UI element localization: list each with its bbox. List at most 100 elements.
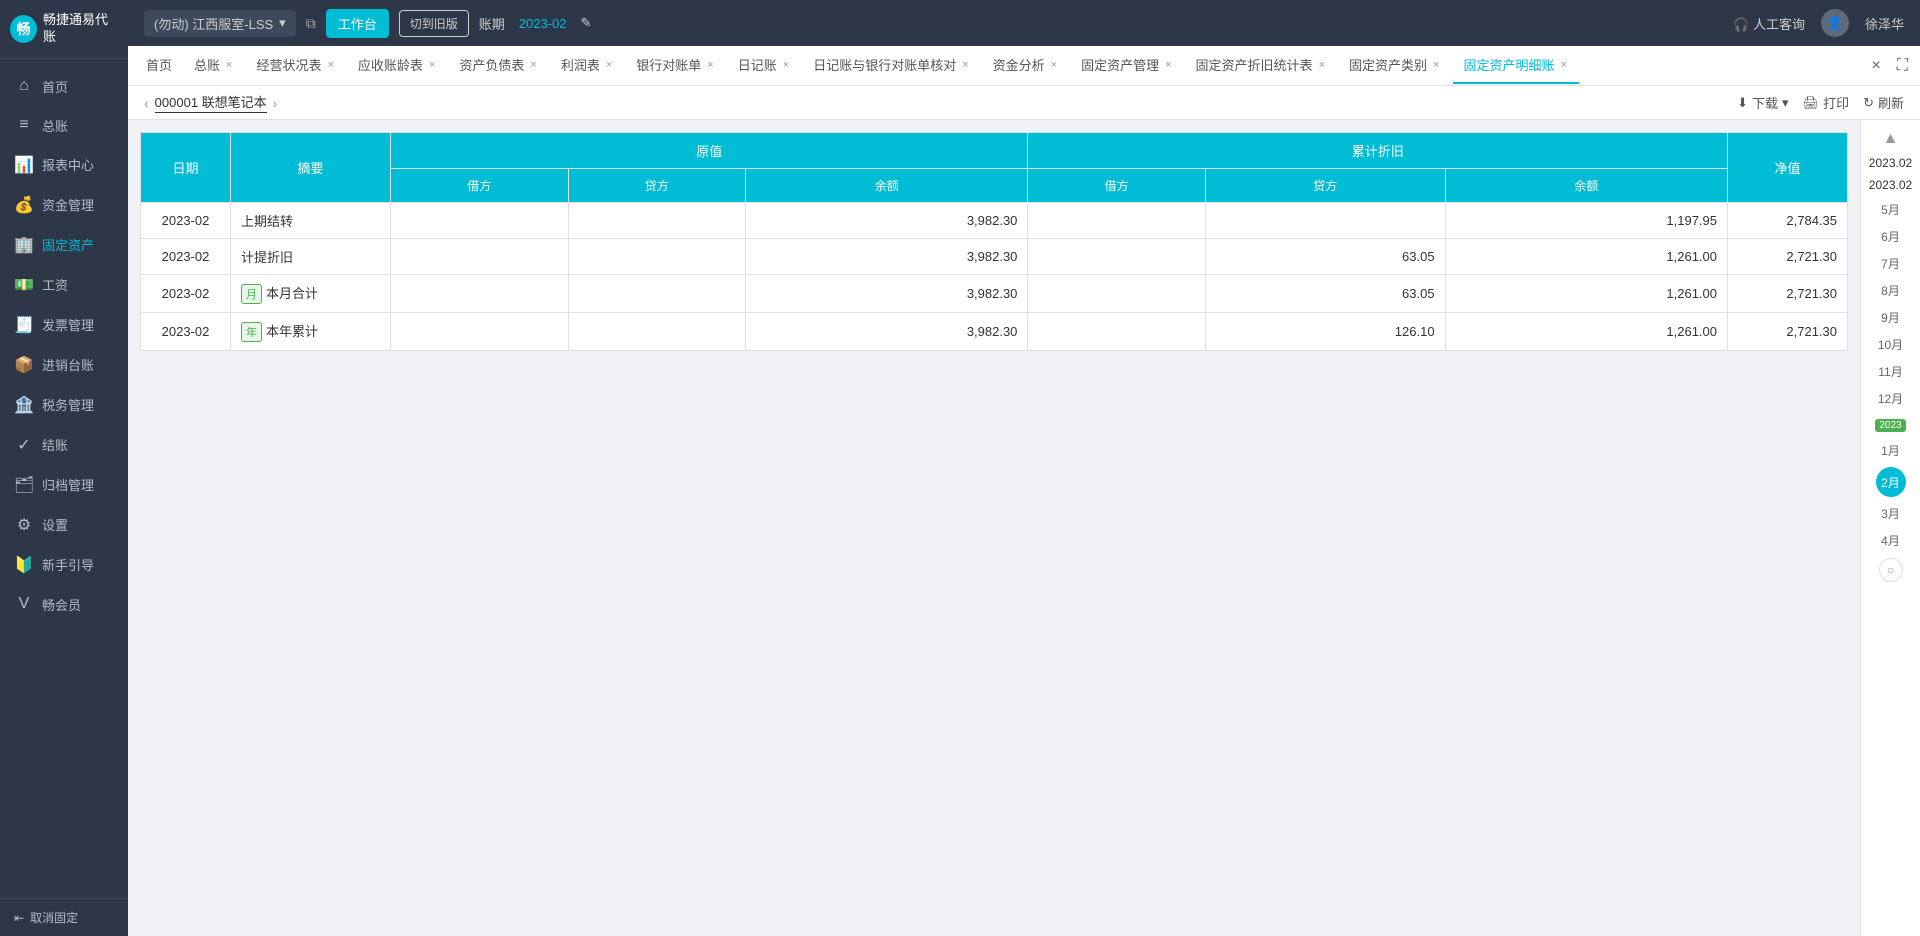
period-label: 账期 — [479, 14, 505, 33]
sidebar-item-tax[interactable]: 🏦 税务管理 — [0, 385, 128, 425]
tab-ledger[interactable]: 总账 × — [184, 47, 244, 84]
tab-close-ledger[interactable]: × — [224, 58, 234, 72]
sidebar-item-label: 畅会员 — [42, 595, 81, 614]
maximize-btn[interactable]: ⛶ — [1893, 53, 1912, 79]
timeline-month-6[interactable]: 6月 — [1861, 223, 1920, 250]
timeline-month-11[interactable]: 11月 — [1861, 358, 1920, 385]
tab-reconcile[interactable]: 日记账与银行对账单核对 × — [803, 47, 980, 84]
col-yz-debit: 借方 — [391, 169, 569, 203]
sidebar-item-archive[interactable]: 🗂 归档管理 — [0, 465, 128, 505]
col-yz-credit: 贷方 — [568, 169, 746, 203]
close-all-tabs-btn[interactable]: × — [1867, 53, 1884, 79]
cell-net-value: 2,721.30 — [1728, 313, 1848, 351]
report-icon: 📊 — [14, 155, 34, 175]
cell-yz-debit — [391, 313, 569, 351]
tab-close-operation[interactable]: × — [325, 58, 335, 72]
invoice-icon: 🧾 — [14, 315, 34, 335]
breadcrumb-prev-btn[interactable]: ‹ — [144, 95, 149, 111]
cell-desc: 月本月合计 — [231, 275, 391, 313]
sidebar-item-salary[interactable]: 💵 工资 — [0, 265, 128, 305]
tab-bank[interactable]: 银行对账单 × — [626, 47, 725, 84]
period-value[interactable]: 2023-02 — [519, 16, 567, 31]
tab-close-balance[interactable]: × — [528, 58, 538, 72]
tab-close-reconcile[interactable]: × — [960, 58, 970, 72]
tab-operation[interactable]: 经营状况表 × — [246, 47, 345, 84]
customer-service-btn[interactable]: 🎧 人工客询 — [1733, 14, 1805, 33]
cell-lj-credit: 63.05 — [1205, 275, 1445, 313]
cell-lj-credit: 63.05 — [1205, 239, 1445, 275]
sidebar-item-report[interactable]: 📊 报表中心 — [0, 145, 128, 185]
timeline-month-7[interactable]: 7月 — [1861, 250, 1920, 277]
settings-icon: ⚙ — [14, 515, 34, 535]
sidebar-item-sales[interactable]: 📦 进销台账 — [0, 345, 128, 385]
timeline-month-10[interactable]: 10月 — [1861, 331, 1920, 358]
sidebar: 畅 畅捷通易代账 ⌂ 首页 ≡ 总账 📊 报表中心 💰 资金管理 🏢 固定资产 … — [0, 0, 128, 936]
tab-close-receivable[interactable]: × — [427, 58, 437, 72]
tab-receivable[interactable]: 应收账龄表 × — [348, 47, 447, 84]
timeline-month-4[interactable]: 4月 — [1861, 527, 1920, 554]
sidebar-item-ledger[interactable]: ≡ 总账 — [0, 106, 128, 145]
sidebar-item-capital[interactable]: 💰 资金管理 — [0, 185, 128, 225]
sidebar-item-settings[interactable]: ⚙ 设置 — [0, 505, 128, 545]
breadcrumb: ‹ 000001 联想笔记本 › — [144, 92, 277, 113]
sidebar-item-close[interactable]: ✓ 结账 — [0, 425, 128, 465]
timeline-month-12[interactable]: 12月 — [1861, 385, 1920, 412]
sidebar-nav: ⌂ 首页 ≡ 总账 📊 报表中心 💰 资金管理 🏢 固定资产 💵 工资 🧾 发票… — [0, 59, 128, 898]
tab-home[interactable]: 首页 — [136, 47, 182, 84]
tab-fa-category[interactable]: 固定资产类别 × — [1339, 47, 1451, 84]
tab-balance[interactable]: 资产负债表 × — [449, 47, 548, 84]
sidebar-logo: 畅 畅捷通易代账 — [0, 0, 128, 59]
timeline-month-9[interactable]: 9月 — [1861, 304, 1920, 331]
col-lj-balance: 余额 — [1445, 169, 1727, 203]
sidebar-item-member[interactable]: V 畅会员 — [0, 585, 128, 624]
tab-fa-detail[interactable]: 固定资产明细账 × — [1453, 47, 1578, 84]
tab-capital-analysis[interactable]: 资金分析 × — [983, 47, 1069, 84]
tab-close-journal[interactable]: × — [781, 58, 791, 72]
breadcrumb-next-btn[interactable]: › — [273, 95, 278, 111]
copy-icon[interactable]: ⧉ — [306, 15, 316, 32]
sidebar-unpin[interactable]: ⇤ 取消固定 — [0, 898, 128, 936]
tab-journal[interactable]: 日记账 × — [728, 47, 801, 84]
sidebar-item-guide[interactable]: 🔰 新手引导 — [0, 545, 128, 585]
timeline-circle-btn[interactable]: ○ — [1879, 558, 1903, 582]
sub-header-actions: ⬇ 下载 ▾ 🖨 打印 ↻ 刷新 — [1737, 93, 1904, 112]
avatar[interactable]: 👤 — [1821, 9, 1849, 37]
cell-lj-debit — [1028, 203, 1206, 239]
header-right: 🎧 人工客询 👤 徐泽华 — [1733, 9, 1904, 37]
sidebar-item-label: 固定资产 — [42, 235, 94, 254]
print-btn[interactable]: 🖨 打印 — [1803, 93, 1850, 112]
timeline-month-3[interactable]: 3月 — [1861, 500, 1920, 527]
sidebar-item-fixed-assets[interactable]: 🏢 固定资产 — [0, 225, 128, 265]
tab-close-fa-category[interactable]: × — [1431, 58, 1441, 72]
refresh-btn[interactable]: ↻ 刷新 — [1863, 93, 1904, 112]
col-netval: 净值 — [1728, 133, 1848, 203]
sidebar-item-invoice[interactable]: 🧾 发票管理 — [0, 305, 128, 345]
tab-fa-depreciation[interactable]: 固定资产折旧统计表 × — [1186, 47, 1337, 84]
content-area: 日期 摘要 原值 累计折旧 净值 借方 贷方 余额 借方 贷方 余额 — [128, 120, 1920, 936]
timeline-month-8[interactable]: 8月 — [1861, 277, 1920, 304]
download-btn[interactable]: ⬇ 下载 ▾ — [1737, 93, 1788, 112]
cell-lj-balance: 1,261.00 — [1445, 275, 1727, 313]
tab-fa-manage[interactable]: 固定资产管理 × — [1071, 47, 1183, 84]
tab-close-profit[interactable]: × — [604, 58, 614, 72]
tab-close-bank[interactable]: × — [705, 58, 715, 72]
sidebar-item-label: 资金管理 — [42, 195, 94, 214]
cell-yz-credit — [568, 275, 746, 313]
tab-close-fa-detail[interactable]: × — [1558, 58, 1568, 72]
switch-version-button[interactable]: 切到旧版 — [399, 10, 469, 37]
tab-close-fa-manage[interactable]: × — [1163, 58, 1173, 72]
cell-yz-balance: 3,982.30 — [746, 313, 1028, 351]
timeline-month-1[interactable]: 1月 — [1861, 437, 1920, 464]
tab-profit[interactable]: 利润表 × — [551, 47, 624, 84]
refresh-icon: ↻ — [1863, 95, 1874, 111]
cell-date: 2023-02 — [141, 275, 231, 313]
tab-close-fa-depreciation[interactable]: × — [1317, 58, 1327, 72]
sidebar-item-home[interactable]: ⌂ 首页 — [0, 67, 128, 106]
timeline-month-5[interactable]: 5月 — [1861, 196, 1920, 223]
company-selector[interactable]: (勿动) 江西服室-LSS ▾ — [144, 10, 296, 37]
timeline-month-2-active[interactable]: 2月 — [1876, 467, 1906, 497]
edit-period-icon[interactable]: ✎ — [580, 15, 591, 31]
tab-close-capital-analysis[interactable]: × — [1049, 58, 1059, 72]
timeline-scroll-up[interactable]: ▲ — [1879, 126, 1903, 152]
workspace-button[interactable]: 工作台 — [326, 9, 389, 38]
